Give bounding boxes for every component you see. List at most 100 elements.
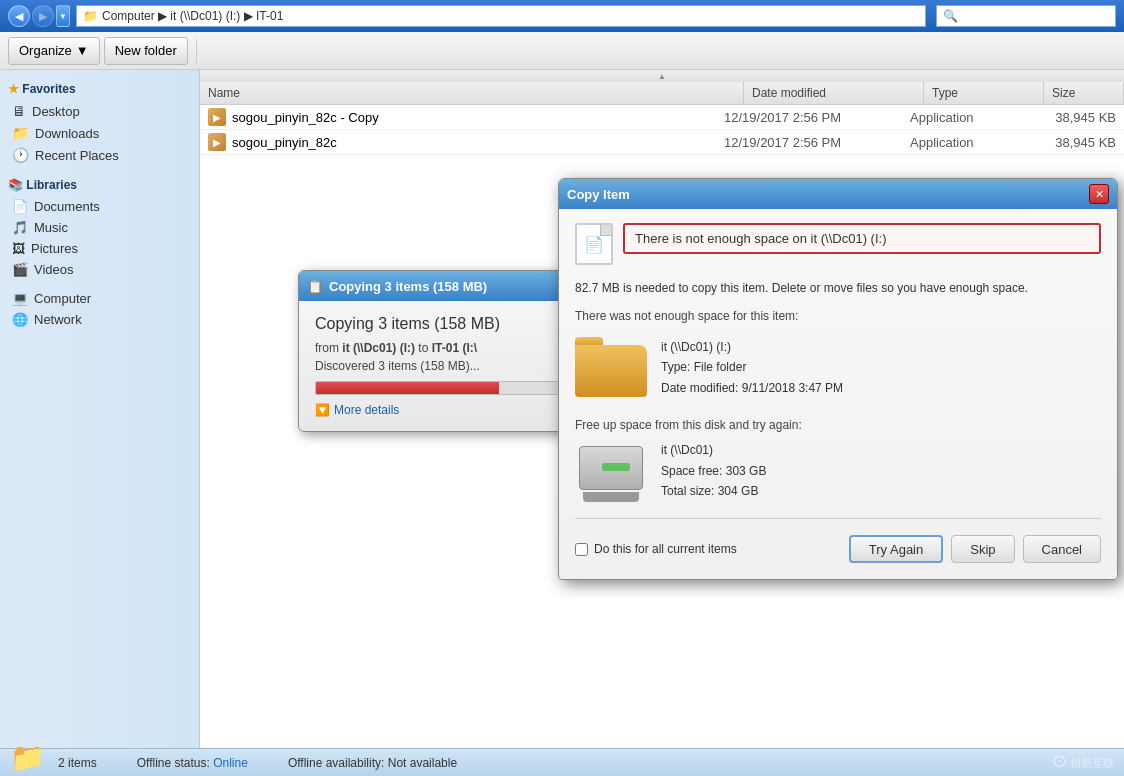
back-button[interactable]: ◀ — [8, 5, 30, 27]
dialog-separator — [575, 518, 1101, 519]
table-row[interactable]: ▶ sogou_pinyin_82c 12/19/2017 2:56 PM Ap… — [200, 130, 1124, 155]
close-button[interactable]: ✕ — [1089, 184, 1109, 204]
sidebar-item-downloads[interactable]: 📁 Downloads — [0, 122, 199, 144]
more-details-button[interactable]: 🔽 More details — [315, 403, 561, 417]
sidebar-item-network[interactable]: 🌐 Network — [0, 309, 199, 330]
copy-to-path: IT-01 (I:\ — [432, 341, 477, 355]
drive-body — [579, 446, 643, 490]
downloads-icon: 📁 — [12, 125, 29, 141]
drive-item-row: it (\\Dc01) Space free: 303 GB Total siz… — [575, 440, 1101, 504]
offline-status: Offline status: Online — [137, 756, 248, 770]
file-icon: ▶ — [208, 108, 226, 126]
folder-item-row: it (\\Dc01) (I:) Type: File folder Date … — [575, 333, 1101, 402]
error-message-box: There is not enough space on it (\\Dc01)… — [623, 223, 1101, 254]
music-icon: 🎵 — [12, 220, 28, 235]
skip-button[interactable]: Skip — [951, 535, 1014, 563]
file-list-header: Name Date modified Type Size — [200, 82, 1124, 105]
recent-button[interactable]: ▼ — [56, 5, 70, 27]
sidebar-item-label: Pictures — [31, 241, 78, 256]
sidebar-item-label: Desktop — [32, 104, 80, 119]
sidebar-item-pictures[interactable]: 🖼 Pictures — [0, 238, 199, 259]
copy-dialog-titlebar: 📋 Copying 3 items (158 MB) — [299, 271, 577, 301]
organize-label: Organize — [19, 43, 72, 58]
doc-glyph: 📄 — [584, 235, 604, 254]
status-folder-icon: 📁 — [10, 741, 45, 774]
sidebar-item-music[interactable]: 🎵 Music — [0, 217, 199, 238]
col-size[interactable]: Size — [1044, 82, 1124, 104]
sidebar-network-label: Network — [34, 312, 82, 327]
sidebar-item-videos[interactable]: 🎬 Videos — [0, 259, 199, 280]
nav-buttons: ◀ ▶ ▼ — [8, 5, 70, 27]
folder-body — [575, 345, 647, 397]
dialog-footer: Do this for all current items Try Again … — [575, 529, 1101, 565]
forward-button[interactable]: ▶ — [32, 5, 54, 27]
file-date: 12/19/2017 2:56 PM — [724, 135, 904, 150]
folder-big-icon — [575, 337, 647, 397]
sidebar-item-documents[interactable]: 📄 Documents — [0, 196, 199, 217]
file-name: sogou_pinyin_82c — [232, 135, 718, 150]
file-size: 38,945 KB — [1036, 135, 1116, 150]
file-type: Application — [910, 110, 1030, 125]
progress-bar-fill — [316, 382, 499, 394]
error-dialog-title: Copy Item — [567, 187, 630, 202]
drive-name: it (\\Dc01) — [661, 440, 766, 460]
new-folder-label: New folder — [115, 43, 177, 58]
free-section: Free up space from this disk and try aga… — [575, 418, 1101, 432]
drive-icon — [575, 440, 647, 504]
col-name[interactable]: Name — [200, 82, 744, 104]
file-date: 12/19/2017 2:56 PM — [724, 110, 904, 125]
table-row[interactable]: ▶ sogou_pinyin_82c - Copy 12/19/2017 2:5… — [200, 105, 1124, 130]
organize-button[interactable]: Organize ▼ — [8, 37, 100, 65]
search-icon: 🔍 — [943, 9, 958, 23]
col-type[interactable]: Type — [924, 82, 1044, 104]
chevron-down-icon: 🔽 — [315, 403, 330, 417]
sidebar-item-label: Videos — [34, 262, 74, 277]
error-message-text: There is not enough space on it (\\Dc01)… — [635, 231, 886, 246]
watermark-text: 创新互联 — [1070, 757, 1114, 769]
file-size: 38,945 KB — [1036, 110, 1116, 125]
sidebar-item-label: Documents — [34, 199, 100, 214]
drive-green-label — [602, 463, 630, 471]
error-dialog-titlebar: Copy Item ✕ — [559, 179, 1117, 209]
do-all-checkbox-row: Do this for all current items — [575, 542, 737, 556]
do-all-checkbox[interactable] — [575, 543, 588, 556]
folder-info: it (\\Dc01) (I:) Type: File folder Date … — [661, 337, 843, 398]
offline-availability-label: Offline availability: — [288, 756, 385, 770]
sidebar-item-desktop[interactable]: 🖥 Desktop — [0, 100, 199, 122]
favorites-label: Favorites — [22, 82, 75, 96]
libraries-label: Libraries — [26, 178, 77, 192]
try-again-button[interactable]: Try Again — [849, 535, 943, 563]
drive-base — [583, 492, 639, 502]
sidebar-item-label: Music — [34, 220, 68, 235]
error-dialog: Copy Item ✕ 📄 There is not enough space … — [558, 178, 1118, 580]
copy-from-path: it (\\Dc01) (I:) — [342, 341, 415, 355]
address-bar[interactable]: 📁 Computer ▶ it (\\Dc01) (I:) ▶ IT-01 — [76, 5, 926, 27]
app-icon: ▶ — [213, 112, 221, 123]
cancel-button[interactable]: Cancel — [1023, 535, 1101, 563]
sidebar-item-computer[interactable]: 💻 Computer — [0, 288, 199, 309]
address-text: Computer ▶ it (\\Dc01) (I:) ▶ IT-01 — [102, 9, 283, 23]
star-icon: ★ — [8, 82, 19, 96]
status-bar: 📁 2 items Offline status: Online Offline… — [0, 748, 1124, 776]
libraries-section: 📚 Libraries 📄 Documents 🎵 Music 🖼 Pictur… — [0, 174, 199, 280]
favorites-header[interactable]: ★ Favorites — [0, 78, 199, 100]
network-icon: 🌐 — [12, 312, 28, 327]
error-detail: 82.7 MB is needed to copy this item. Del… — [575, 279, 1101, 297]
sidebar-item-label: Downloads — [35, 126, 99, 141]
folder-date: Date modified: 9/11/2018 3:47 PM — [661, 378, 843, 398]
do-all-label: Do this for all current items — [594, 542, 737, 556]
watermark: ⊙ 创新互联 — [1052, 750, 1114, 772]
offline-status-value: Online — [213, 756, 248, 770]
offline-availability: Offline availability: Not available — [288, 756, 457, 770]
pictures-icon: 🖼 — [12, 241, 25, 256]
libraries-header[interactable]: 📚 Libraries — [0, 174, 199, 196]
drive-info: it (\\Dc01) Space free: 303 GB Total siz… — [661, 440, 766, 501]
copy-dialog-title-text: Copying 3 items (158 MB) — [329, 279, 487, 294]
drive-free: Space free: 303 GB — [661, 461, 766, 481]
copy-discovered: Discovered 3 items (158 MB)... — [315, 359, 561, 373]
col-date[interactable]: Date modified — [744, 82, 924, 104]
sidebar-item-recent[interactable]: 🕐 Recent Places — [0, 144, 199, 166]
file-name: sogou_pinyin_82c - Copy — [232, 110, 718, 125]
folder-icon: 📁 — [83, 9, 98, 23]
new-folder-button[interactable]: New folder — [104, 37, 188, 65]
